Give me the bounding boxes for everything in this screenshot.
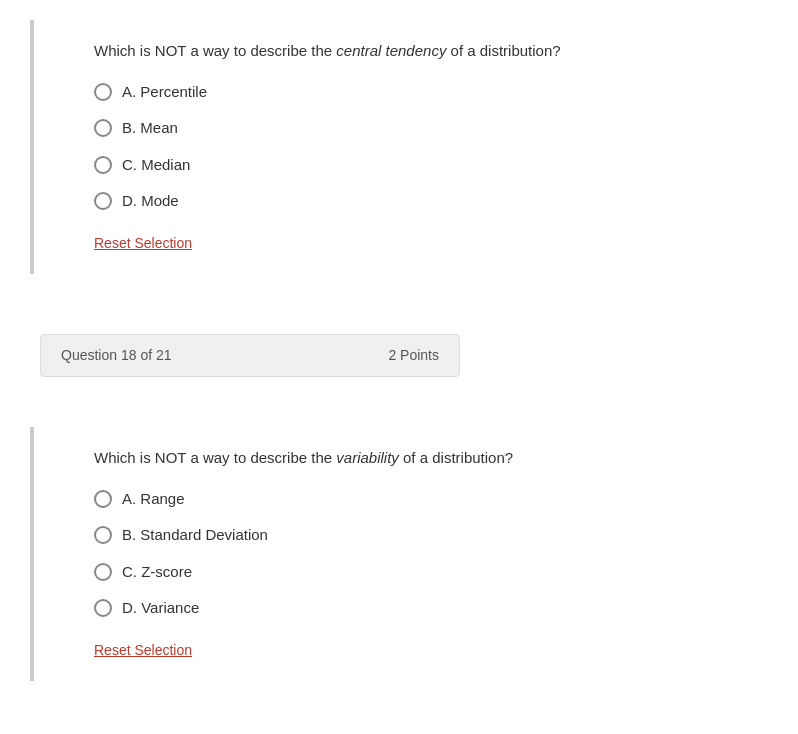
option-17-c-label: C. Median: [122, 154, 190, 177]
radio-17-d[interactable]: [94, 192, 112, 210]
option-18-c[interactable]: C. Z-score: [94, 561, 718, 584]
radio-17-a[interactable]: [94, 83, 112, 101]
option-17-b[interactable]: B. Mean: [94, 117, 718, 140]
question-17-text: Which is NOT a way to describe the centr…: [94, 40, 718, 63]
page-container: Which is NOT a way to describe the centr…: [0, 0, 798, 734]
question-17-section: Which is NOT a way to describe the centr…: [30, 20, 768, 274]
question-18-section: Which is NOT a way to describe the varia…: [30, 427, 768, 681]
option-18-b-label: B. Standard Deviation: [122, 524, 268, 547]
option-18-d-label: D. Variance: [122, 597, 199, 620]
option-17-c[interactable]: C. Median: [94, 154, 718, 177]
option-18-c-label: C. Z-score: [122, 561, 192, 584]
reset-selection-18[interactable]: Reset Selection: [94, 640, 192, 661]
option-17-d[interactable]: D. Mode: [94, 190, 718, 213]
radio-18-b[interactable]: [94, 526, 112, 544]
question-18-points: 2 Points: [388, 345, 439, 366]
question-18-text: Which is NOT a way to describe the varia…: [94, 447, 718, 470]
divider-1: [0, 284, 798, 314]
radio-18-c[interactable]: [94, 563, 112, 581]
reset-selection-17[interactable]: Reset Selection: [94, 233, 192, 254]
option-17-b-label: B. Mean: [122, 117, 178, 140]
radio-17-c[interactable]: [94, 156, 112, 174]
option-18-b[interactable]: B. Standard Deviation: [94, 524, 718, 547]
divider-2: [0, 397, 798, 427]
option-18-a-label: A. Range: [122, 488, 185, 511]
option-17-d-label: D. Mode: [122, 190, 179, 213]
option-18-d[interactable]: D. Variance: [94, 597, 718, 620]
question-18-header-bar: Question 18 of 21 2 Points: [40, 334, 460, 377]
radio-18-d[interactable]: [94, 599, 112, 617]
option-17-a[interactable]: A. Percentile: [94, 81, 718, 104]
radio-18-a[interactable]: [94, 490, 112, 508]
radio-17-b[interactable]: [94, 119, 112, 137]
option-17-a-label: A. Percentile: [122, 81, 207, 104]
question-18-info: Question 18 of 21: [61, 345, 172, 366]
option-18-a[interactable]: A. Range: [94, 488, 718, 511]
